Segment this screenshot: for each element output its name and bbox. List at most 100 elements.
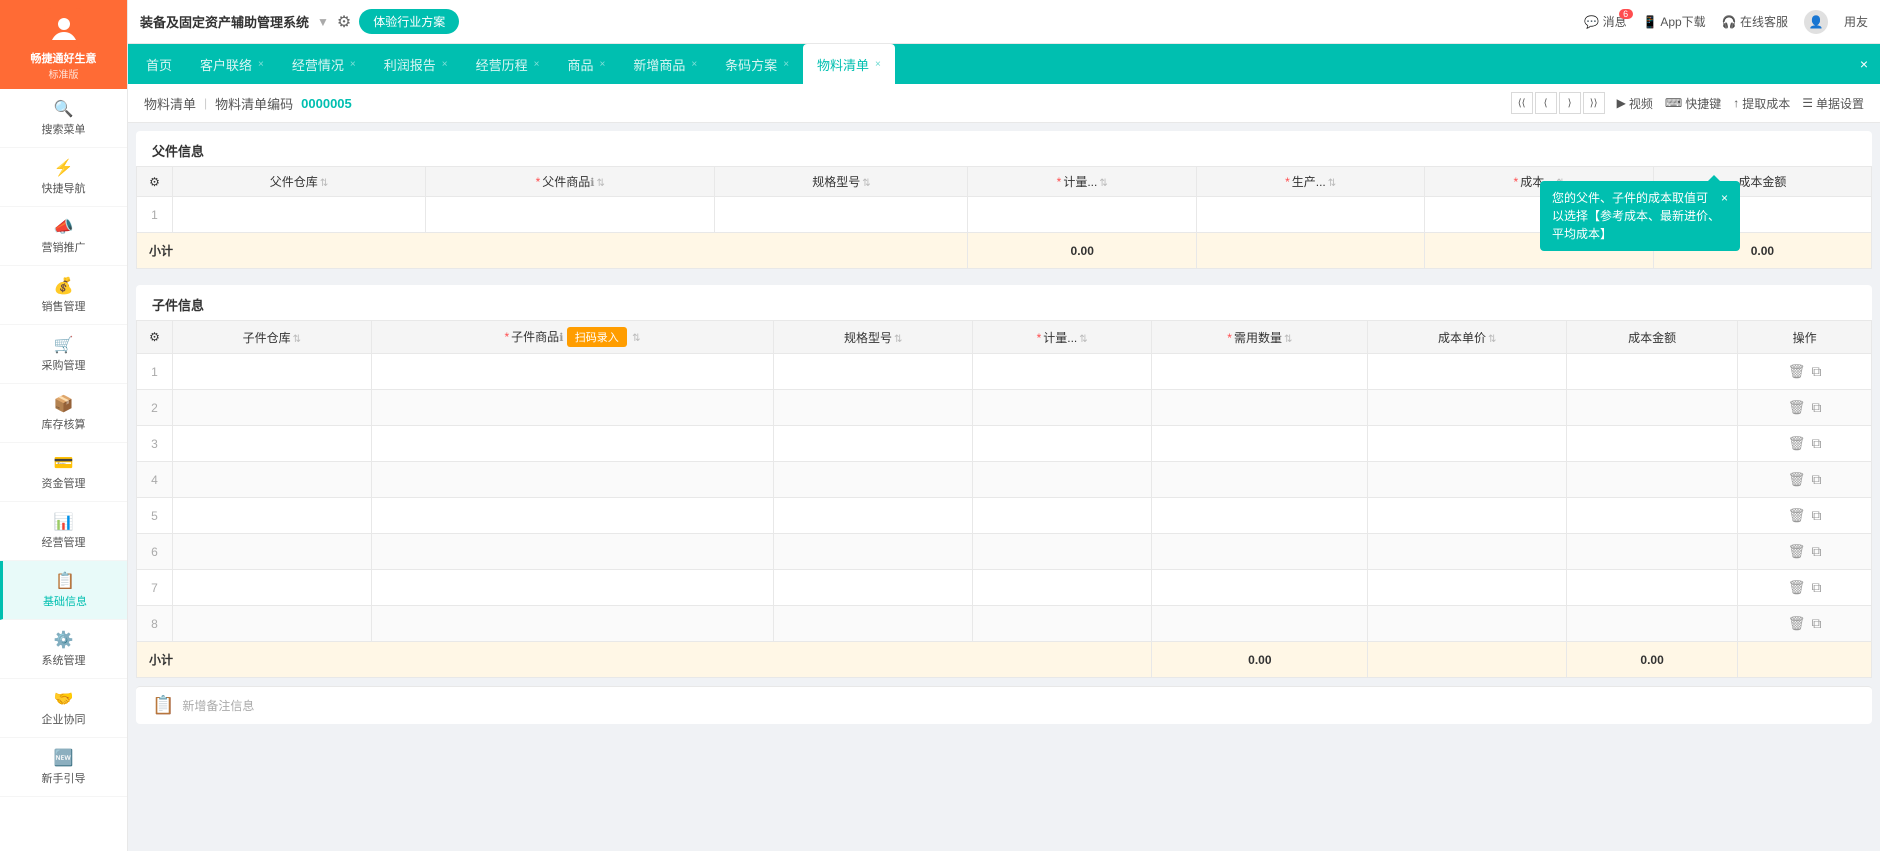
child-goods-cell[interactable] — [371, 570, 774, 606]
child-warehouse-cell[interactable] — [173, 570, 372, 606]
child-warehouse-cell[interactable] — [173, 354, 372, 390]
copy-icon[interactable]: ⧉ — [1811, 435, 1821, 452]
delete-icon[interactable]: 🗑 — [1788, 471, 1806, 488]
child-spec-cell[interactable] — [774, 498, 973, 534]
sidebar-item-purchase[interactable]: 🛒 采购管理 — [0, 325, 127, 384]
tab-barcode-close[interactable]: × — [783, 59, 789, 70]
child-spec-cell[interactable] — [774, 390, 973, 426]
child-goods-cell[interactable] — [371, 462, 774, 498]
online-service-btn[interactable]: 🎧 在线客服 — [1722, 13, 1788, 30]
sidebar-item-collab[interactable]: 🤝 企业协同 — [0, 679, 127, 738]
child-unit-cell[interactable] — [972, 426, 1151, 462]
sidebar-item-inventory[interactable]: 📦 库存核算 — [0, 384, 127, 443]
sidebar-item-operations[interactable]: 📊 经营管理 — [0, 502, 127, 561]
child-goods-cell[interactable] — [371, 426, 774, 462]
child-goods-cell[interactable] — [371, 606, 774, 642]
sort-icon[interactable]: ⇅ — [1328, 178, 1336, 189]
sort-icon[interactable]: ⇅ — [596, 178, 604, 189]
child-unit-cell[interactable] — [972, 534, 1151, 570]
child-unit-cost-cell[interactable] — [1368, 534, 1567, 570]
experience-btn[interactable]: 体验行业方案 — [359, 9, 459, 34]
close-all-tabs-btn[interactable]: × — [1852, 56, 1876, 72]
child-spec-cell[interactable] — [774, 606, 973, 642]
child-unit-cell[interactable] — [972, 498, 1151, 534]
sidebar-item-guide[interactable]: 🆕 新手引导 — [0, 738, 127, 797]
child-goods-cell[interactable] — [371, 498, 774, 534]
sort-icon[interactable]: ⇅ — [1079, 334, 1087, 345]
child-spec-cell[interactable] — [774, 354, 973, 390]
sidebar-item-marketing[interactable]: 📣 营销推广 — [0, 207, 127, 266]
settings-gear-icon[interactable]: ⚙ — [337, 12, 351, 32]
delete-icon[interactable]: 🗑 — [1788, 615, 1806, 632]
sort-icon[interactable]: ⇅ — [1284, 334, 1292, 345]
delete-icon[interactable]: 🗑 — [1788, 579, 1806, 596]
tab-operations[interactable]: 经营情况 × — [278, 44, 370, 84]
sidebar-item-basic-info[interactable]: 📋 基础信息 — [0, 561, 127, 620]
sidebar-item-search[interactable]: 🔍 搜索菜单 — [0, 89, 127, 148]
tooltip-close-btn[interactable]: × — [1721, 189, 1728, 207]
sort-icon[interactable]: ⇅ — [320, 178, 328, 189]
child-unit-cost-cell[interactable] — [1368, 498, 1567, 534]
child-warehouse-cell[interactable] — [173, 534, 372, 570]
sort-icon[interactable]: ⇅ — [293, 334, 301, 345]
delete-icon[interactable]: 🗑 — [1788, 507, 1806, 524]
child-goods-cell[interactable] — [371, 534, 774, 570]
tab-profit-close[interactable]: × — [442, 59, 448, 70]
tab-home[interactable]: 首页 — [132, 44, 186, 84]
child-goods-cell[interactable] — [371, 390, 774, 426]
child-warehouse-cell[interactable] — [173, 498, 372, 534]
parent-unit-cell[interactable] — [968, 197, 1196, 233]
parent-warehouse-cell[interactable] — [173, 197, 426, 233]
child-spec-cell[interactable] — [774, 462, 973, 498]
child-unit-cost-cell[interactable] — [1368, 354, 1567, 390]
delete-icon[interactable]: 🗑 — [1788, 363, 1806, 380]
copy-icon[interactable]: ⧉ — [1811, 579, 1821, 596]
child-spec-cell[interactable] — [774, 426, 973, 462]
tab-goods[interactable]: 商品 × — [553, 44, 619, 84]
child-qty-cell[interactable] — [1152, 426, 1368, 462]
next-page-btn[interactable]: ⟩ — [1559, 92, 1581, 114]
sort-icon[interactable]: ⇅ — [1099, 178, 1107, 189]
sort-icon[interactable]: ⇅ — [862, 178, 870, 189]
parent-th-gear[interactable]: ⚙ — [137, 167, 173, 197]
tab-goods-close[interactable]: × — [599, 59, 605, 70]
child-unit-cell[interactable] — [972, 570, 1151, 606]
child-spec-cell[interactable] — [774, 534, 973, 570]
parent-spec-cell[interactable] — [715, 197, 968, 233]
child-unit-cell[interactable] — [972, 390, 1151, 426]
username[interactable]: 用友 — [1844, 13, 1868, 30]
tab-bom[interactable]: 物料清单 × — [803, 44, 895, 84]
view-btn[interactable]: ▶ 视频 — [1617, 95, 1653, 112]
sidebar-item-quick-nav[interactable]: ⚡ 快捷导航 — [0, 148, 127, 207]
tab-operations-close[interactable]: × — [350, 59, 356, 70]
sort-icon[interactable]: ⇅ — [894, 334, 902, 345]
child-th-gear[interactable]: ⚙ — [137, 321, 173, 354]
scan-input-btn[interactable]: 扫码录入 — [567, 327, 627, 347]
delete-icon[interactable]: 🗑 — [1788, 435, 1806, 452]
sidebar-item-finance[interactable]: 💳 资金管理 — [0, 443, 127, 502]
tab-history-close[interactable]: × — [534, 59, 540, 70]
copy-icon[interactable]: ⧉ — [1811, 507, 1821, 524]
extract-cost-btn[interactable]: ↑ 提取成本 — [1733, 95, 1790, 112]
child-unit-cell[interactable] — [972, 606, 1151, 642]
child-warehouse-cell[interactable] — [173, 426, 372, 462]
child-warehouse-cell[interactable] — [173, 606, 372, 642]
sidebar-item-sales[interactable]: 💰 销售管理 — [0, 266, 127, 325]
copy-icon[interactable]: ⧉ — [1811, 399, 1821, 416]
child-qty-cell[interactable] — [1152, 462, 1368, 498]
child-unit-cell[interactable] — [972, 462, 1151, 498]
single-settings-btn[interactable]: ☰ 单据设置 — [1802, 95, 1864, 112]
child-unit-cost-cell[interactable] — [1368, 462, 1567, 498]
tab-customer[interactable]: 客户联络 × — [186, 44, 278, 84]
tab-profit[interactable]: 利润报告 × — [370, 44, 462, 84]
child-qty-cell[interactable] — [1152, 354, 1368, 390]
child-unit-cost-cell[interactable] — [1368, 390, 1567, 426]
delete-icon[interactable]: 🗑 — [1788, 399, 1806, 416]
child-unit-cell[interactable] — [972, 354, 1151, 390]
app-download-btn[interactable]: 📱 App下载 — [1643, 13, 1706, 30]
child-unit-cost-cell[interactable] — [1368, 426, 1567, 462]
sidebar-item-system[interactable]: ⚙️ 系统管理 — [0, 620, 127, 679]
sort-icon[interactable]: ⇅ — [632, 333, 640, 344]
child-unit-cost-cell[interactable] — [1368, 570, 1567, 606]
tab-new-goods[interactable]: 新增商品 × — [619, 44, 711, 84]
